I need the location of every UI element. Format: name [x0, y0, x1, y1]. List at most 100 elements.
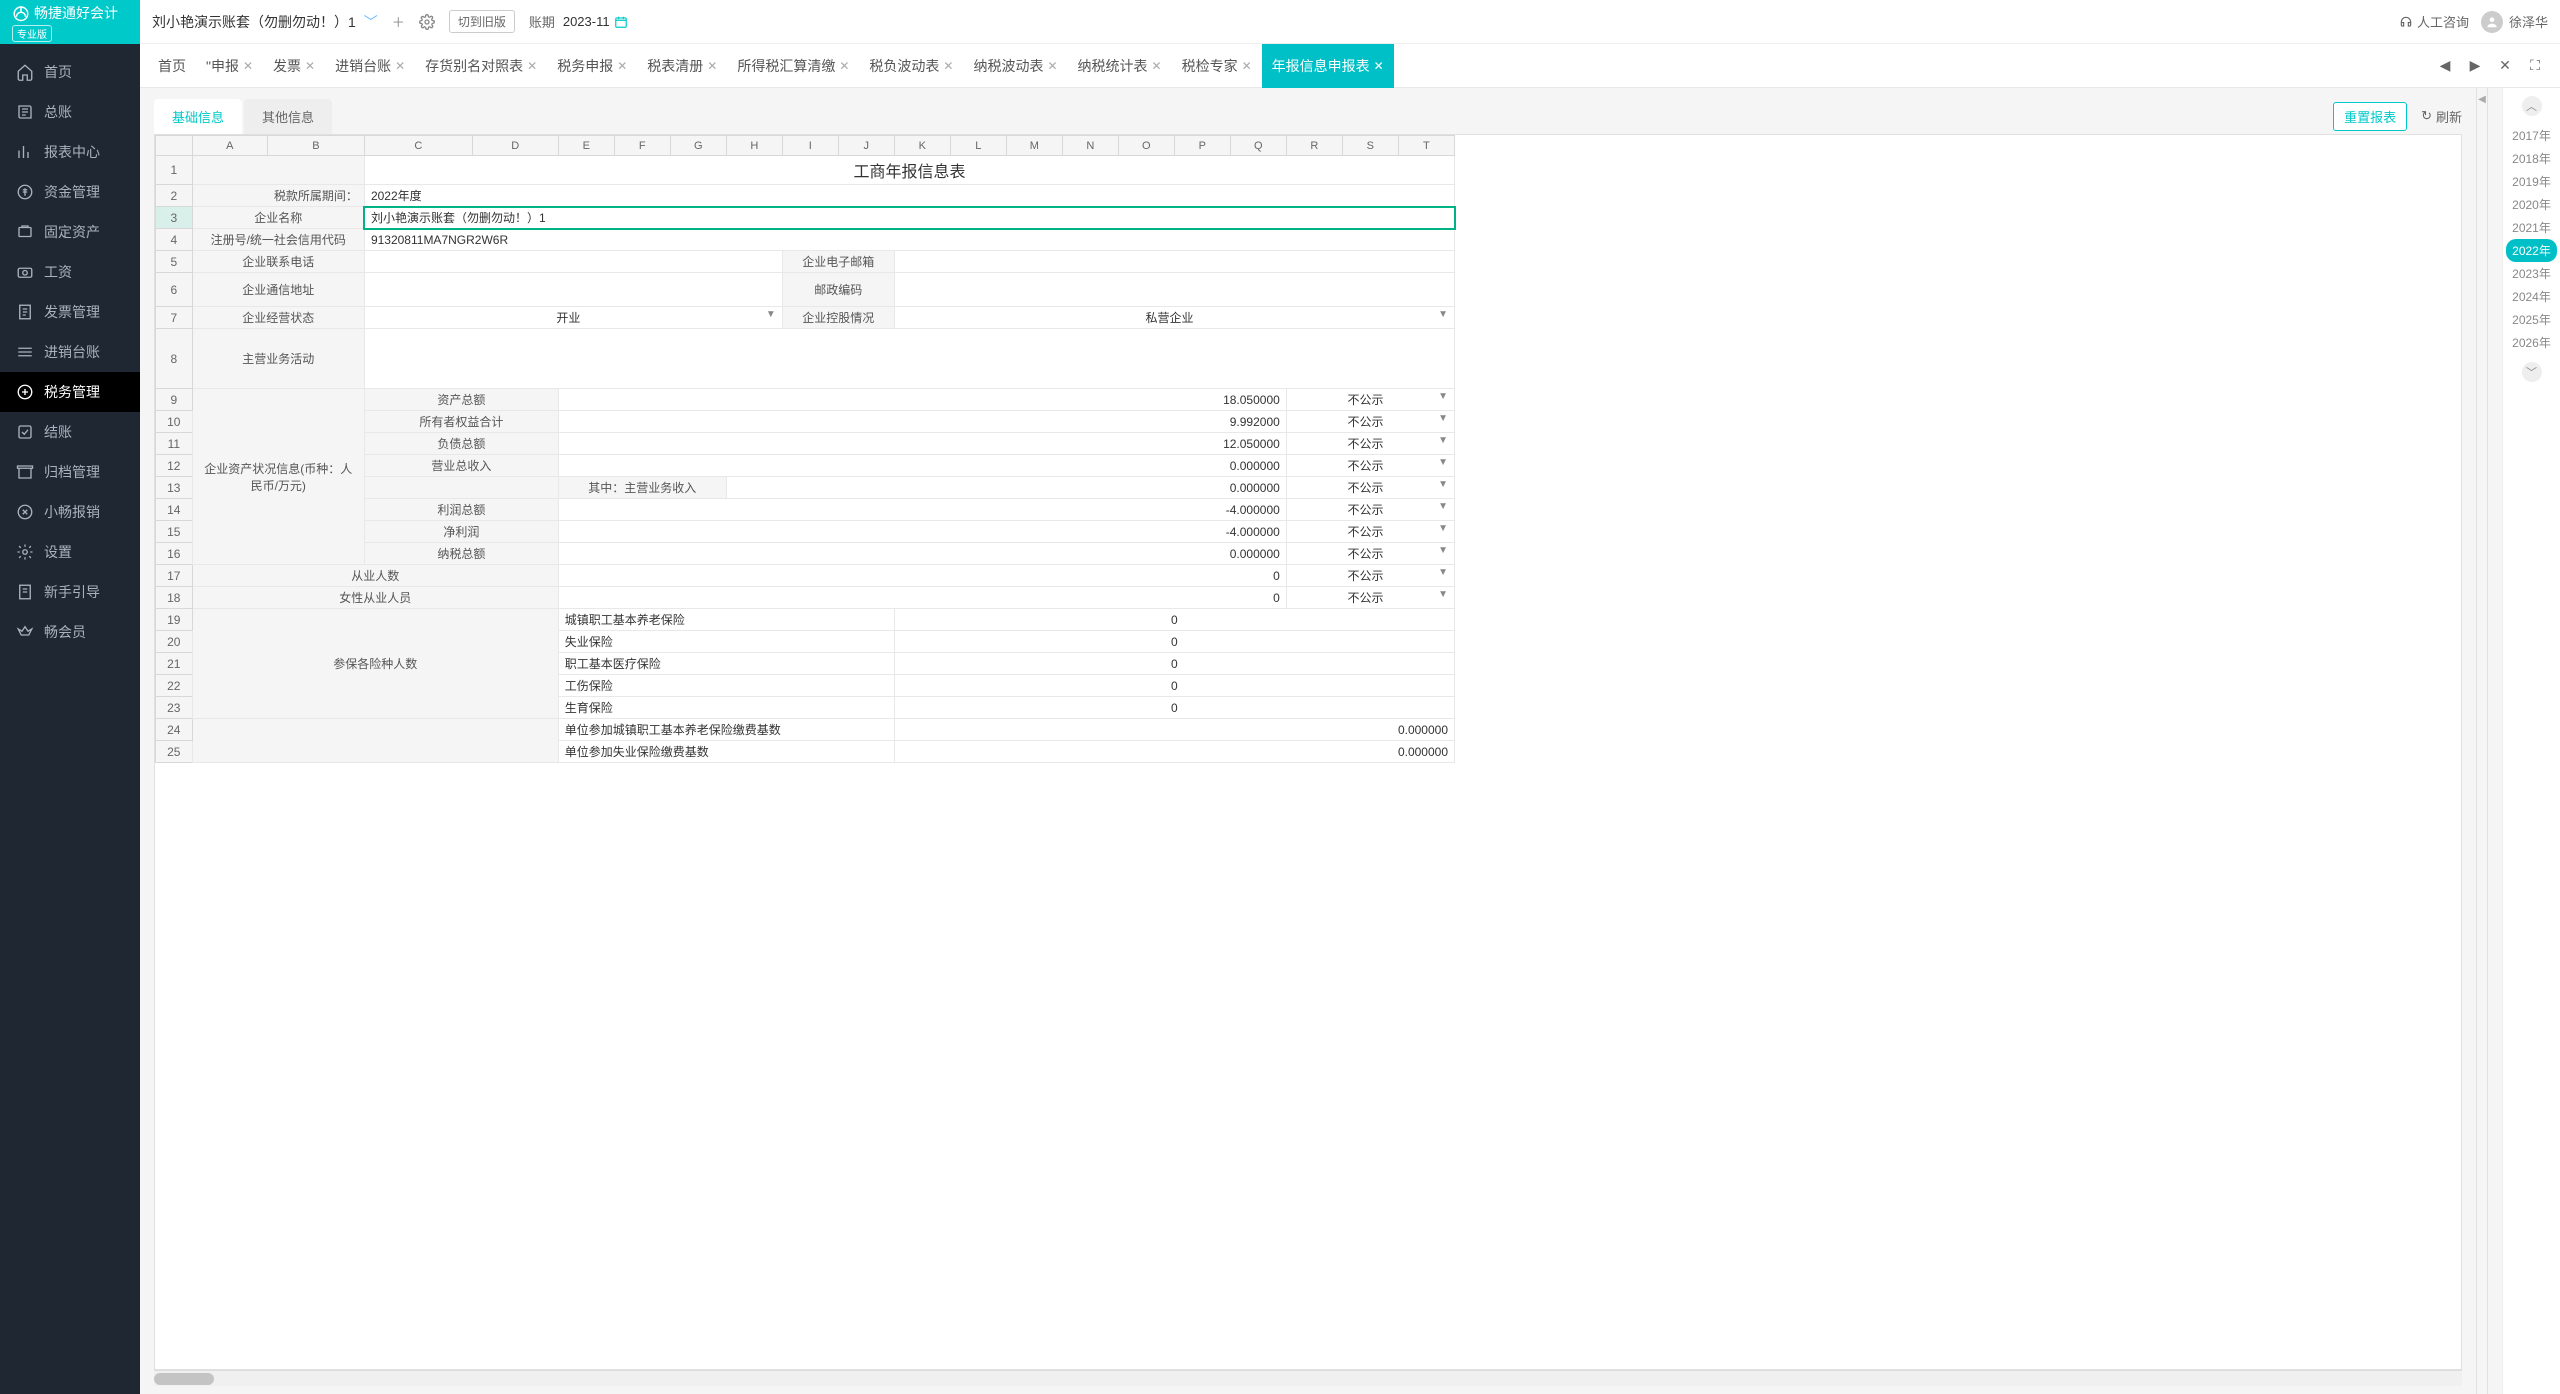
nav-item-tax[interactable]: 税务管理 — [0, 372, 140, 412]
publicity-select[interactable]: 不公示▼ — [1286, 499, 1454, 521]
holding-select[interactable]: 私营企业▼ — [894, 307, 1454, 329]
row-header[interactable]: 12 — [156, 455, 193, 477]
year-pill[interactable]: 2026年 — [2506, 331, 2557, 354]
tab[interactable]: 存货别名对照表✕ — [415, 44, 547, 88]
reset-report-button[interactable]: 重置报表 — [2333, 102, 2407, 131]
col-header[interactable]: N — [1062, 136, 1118, 156]
col-header[interactable]: P — [1174, 136, 1230, 156]
email-value[interactable] — [894, 251, 1454, 273]
nav-item-asset[interactable]: 固定资产 — [0, 212, 140, 252]
publicity-select[interactable]: 不公示▼ — [1286, 455, 1454, 477]
tab[interactable]: 进销台账✕ — [325, 44, 415, 88]
row-header[interactable]: 19 — [156, 609, 193, 631]
gear-icon[interactable] — [419, 14, 435, 30]
nav-item-inout[interactable]: 进销台账 — [0, 332, 140, 372]
row-header[interactable]: 18 — [156, 587, 193, 609]
year-pill[interactable]: 2024年 — [2506, 285, 2557, 308]
period-value[interactable]: 2023-11 — [563, 14, 610, 29]
sheet-tab-other[interactable]: 其他信息 — [244, 99, 332, 134]
close-icon[interactable]: ✕ — [707, 59, 717, 73]
col-header[interactable]: K — [894, 136, 950, 156]
year-pill[interactable]: 2025年 — [2506, 308, 2557, 331]
add-icon[interactable]: ＋ — [392, 12, 405, 31]
row-header[interactable]: 6 — [156, 273, 193, 307]
publicity-select[interactable]: 不公示▼ — [1286, 389, 1454, 411]
year-pill[interactable]: 2019年 — [2506, 170, 2557, 193]
publicity-select[interactable]: 不公示▼ — [1286, 411, 1454, 433]
tabs-close-all-icon[interactable]: ✕ — [2494, 55, 2516, 77]
ins-value[interactable]: 0 — [894, 653, 1454, 675]
fin-value[interactable]: -4.000000 — [558, 521, 1286, 543]
col-header[interactable]: A — [192, 136, 267, 156]
ins-value[interactable]: 0 — [894, 675, 1454, 697]
col-header[interactable]: S — [1342, 136, 1398, 156]
col-header[interactable]: H — [726, 136, 782, 156]
tab[interactable]: 税检专家✕ — [1172, 44, 1262, 88]
row-header[interactable]: 3 — [156, 207, 193, 229]
publicity-select[interactable]: 不公示▼ — [1286, 521, 1454, 543]
publicity-select[interactable]: 不公示▼ — [1286, 433, 1454, 455]
col-header[interactable]: F — [614, 136, 670, 156]
row-header[interactable]: 5 — [156, 251, 193, 273]
fin-value[interactable]: 0.000000 — [558, 455, 1286, 477]
support-button[interactable]: 人工咨询 — [2399, 12, 2469, 31]
row-header[interactable]: 10 — [156, 411, 193, 433]
row-header[interactable]: 15 — [156, 521, 193, 543]
tab[interactable]: 纳税统计表✕ — [1068, 44, 1172, 88]
base-value[interactable]: 0.000000 — [894, 719, 1454, 741]
tab[interactable]: "申报✕ — [196, 44, 263, 88]
col-header[interactable]: M — [1006, 136, 1062, 156]
spreadsheet[interactable]: ABCDEFGHIJKLMNOPQRST 1工商年报信息表2税款所属期间：202… — [154, 134, 2462, 1370]
publicity-select[interactable]: 不公示▼ — [1286, 587, 1454, 609]
nav-item-home[interactable]: 首页 — [0, 52, 140, 92]
col-header[interactable]: B — [268, 136, 365, 156]
close-icon[interactable]: ✕ — [305, 59, 315, 73]
row-header[interactable]: 8 — [156, 329, 193, 389]
user-menu[interactable]: 徐泽华 — [2481, 11, 2548, 33]
publicity-select[interactable]: 不公示▼ — [1286, 477, 1454, 499]
row-header[interactable]: 21 — [156, 653, 193, 675]
col-header[interactable]: T — [1398, 136, 1454, 156]
col-header[interactable]: O — [1118, 136, 1174, 156]
row-header[interactable]: 14 — [156, 499, 193, 521]
tab[interactable]: 发票✕ — [263, 44, 325, 88]
close-icon[interactable]: ✕ — [527, 59, 537, 73]
scrollbar-thumb[interactable] — [154, 1373, 214, 1385]
fin-value[interactable]: 12.050000 — [558, 433, 1286, 455]
year-pill[interactable]: 2021年 — [2506, 216, 2557, 239]
nav-item-salary[interactable]: 工资 — [0, 252, 140, 292]
refresh-button[interactable]: ↻ 刷新 — [2421, 107, 2462, 126]
close-icon[interactable]: ✕ — [1047, 59, 1057, 73]
row-header[interactable]: 1 — [156, 156, 193, 185]
col-header[interactable] — [156, 136, 193, 156]
publicity-select[interactable]: 不公示▼ — [1286, 543, 1454, 565]
col-header[interactable]: L — [950, 136, 1006, 156]
nav-item-xc[interactable]: 小畅报销 — [0, 492, 140, 532]
close-icon[interactable]: ✕ — [943, 59, 953, 73]
row-header[interactable]: 17 — [156, 565, 193, 587]
row-header[interactable]: 4 — [156, 229, 193, 251]
close-icon[interactable]: ✕ — [617, 59, 627, 73]
row-header[interactable]: 7 — [156, 307, 193, 329]
row-header[interactable]: 20 — [156, 631, 193, 653]
account-selector[interactable]: 刘小艳演示账套（勿删勿动！）1 ﹀ — [152, 12, 378, 32]
emp-value[interactable]: 0 — [558, 565, 1286, 587]
sheet-tab-basic[interactable]: 基础信息 — [154, 99, 242, 134]
year-pill[interactable]: 2022年 — [2506, 239, 2557, 262]
col-header[interactable]: R — [1286, 136, 1342, 156]
close-icon[interactable]: ✕ — [1242, 59, 1252, 73]
year-pill[interactable]: 2020年 — [2506, 193, 2557, 216]
fin-value[interactable]: -4.000000 — [558, 499, 1286, 521]
tabs-prev-icon[interactable]: ◀ — [2434, 55, 2456, 77]
nav-item-guide[interactable]: 新手引导 — [0, 572, 140, 612]
col-header[interactable]: I — [782, 136, 838, 156]
row-header[interactable]: 25 — [156, 741, 193, 763]
ins-value[interactable]: 0 — [894, 631, 1454, 653]
row-header[interactable]: 23 — [156, 697, 193, 719]
nav-item-funds[interactable]: 资金管理 — [0, 172, 140, 212]
tabs-next-icon[interactable]: ▶ — [2464, 55, 2486, 77]
nav-item-ledger[interactable]: 总账 — [0, 92, 140, 132]
year-down-icon[interactable]: ﹀ — [2522, 362, 2542, 382]
fin-value[interactable]: 0.000000 — [726, 477, 1286, 499]
nav-item-settings[interactable]: 设置 — [0, 532, 140, 572]
